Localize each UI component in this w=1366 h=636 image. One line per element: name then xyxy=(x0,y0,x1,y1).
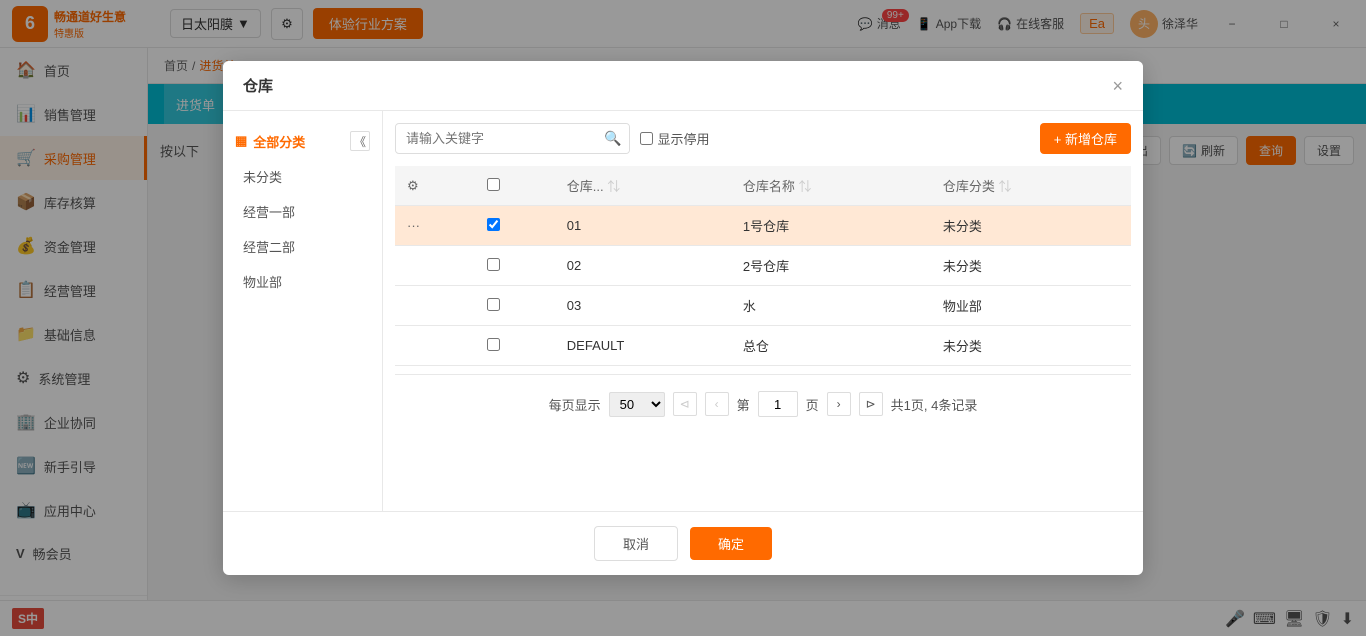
collapse-button[interactable]: 《 xyxy=(350,131,370,151)
row-settings-3[interactable] xyxy=(395,286,475,326)
col-name: 仓库名称 ⇅ xyxy=(731,166,931,206)
page-word: 第 xyxy=(737,395,750,414)
category-header: ▦ 全部分类 《 xyxy=(223,123,382,159)
search-input[interactable] xyxy=(396,125,596,152)
row-num-1: 01 xyxy=(555,206,731,246)
sort-icon-name: ⇅ xyxy=(799,179,812,194)
row-checkbox-4[interactable] xyxy=(475,326,555,366)
row-num-3: 03 xyxy=(555,286,731,326)
confirm-button[interactable]: 确定 xyxy=(690,527,772,560)
row-category-1: 未分类 xyxy=(931,206,1131,246)
col-checkbox[interactable] xyxy=(475,166,555,206)
sort-icon-code: ⇅ xyxy=(607,179,620,194)
table-row[interactable]: 02 2号仓库 未分类 xyxy=(395,246,1131,286)
per-page-select[interactable]: 50 10 20 100 xyxy=(609,392,665,417)
pagination: 每页显示 50 10 20 100 ⊲ ‹ 第 页 › ⊳ 共1页, 4条记录 xyxy=(395,374,1131,433)
all-categories-label: 全部分类 xyxy=(253,132,305,151)
dialog-main-content: 🔍 显示停用 + 新增仓库 ⚙ 仓库. xyxy=(383,111,1143,511)
table-row[interactable]: DEFAULT 总仓 未分类 xyxy=(395,326,1131,366)
category-item-ops1[interactable]: 经营一部 xyxy=(223,194,382,229)
page-label: 页 xyxy=(806,395,819,414)
first-page-button[interactable]: ⊲ xyxy=(673,392,697,416)
row-settings-4[interactable] xyxy=(395,326,475,366)
row-name-3: 水 xyxy=(731,286,931,326)
table-body: ··· 01 1号仓库 未分类 02 2号仓库 未分类 xyxy=(395,206,1131,366)
col-code: 仓库... ⇅ xyxy=(555,166,731,206)
select-all-checkbox[interactable] xyxy=(487,178,500,191)
dialog-footer: 取消 确定 xyxy=(223,511,1143,575)
search-box: 🔍 xyxy=(395,123,630,154)
all-categories-item[interactable]: ▦ 全部分类 xyxy=(235,132,305,151)
page-number-input[interactable] xyxy=(758,391,798,417)
category-sidebar: ▦ 全部分类 《 未分类 经营一部 经营二部 物业部 xyxy=(223,111,383,511)
table-row[interactable]: 03 水 物业部 xyxy=(395,286,1131,326)
row-checkbox-1[interactable] xyxy=(475,206,555,246)
row-checkbox-2[interactable] xyxy=(475,246,555,286)
warehouse-dialog: 仓库 × ▦ 全部分类 《 未分类 经营一部 xyxy=(223,61,1143,575)
row-checkbox-3[interactable] xyxy=(475,286,555,326)
warehouse-table: ⚙ 仓库... ⇅ 仓库名称 ⇅ 仓库分类 ⇅ xyxy=(395,166,1131,366)
row-num-4: DEFAULT xyxy=(555,326,731,366)
table-header: ⚙ 仓库... ⇅ 仓库名称 ⇅ 仓库分类 ⇅ xyxy=(395,166,1131,206)
show-disabled-checkbox[interactable]: 显示停用 xyxy=(640,129,709,148)
per-page-label: 每页显示 xyxy=(549,395,601,414)
prev-page-button[interactable]: ‹ xyxy=(705,392,729,416)
row-name-4: 总仓 xyxy=(731,326,931,366)
category-item-unclassified[interactable]: 未分类 xyxy=(223,159,382,194)
dialog-header: 仓库 × xyxy=(223,61,1143,111)
sort-icon-category: ⇅ xyxy=(999,179,1012,194)
overlay: 仓库 × ▦ 全部分类 《 未分类 经营一部 xyxy=(0,0,1366,636)
total-info: 共1页, 4条记录 xyxy=(891,395,978,414)
row-name-2: 2号仓库 xyxy=(731,246,931,286)
table-row[interactable]: ··· 01 1号仓库 未分类 xyxy=(395,206,1131,246)
col-category: 仓库分类 ⇅ xyxy=(931,166,1131,206)
add-warehouse-button[interactable]: + 新增仓库 xyxy=(1040,123,1131,154)
search-button[interactable]: 🔍 xyxy=(596,124,629,153)
cancel-button[interactable]: 取消 xyxy=(594,526,678,561)
row-settings[interactable]: ··· xyxy=(395,206,475,246)
next-page-button[interactable]: › xyxy=(827,392,851,416)
row-category-3: 物业部 xyxy=(931,286,1131,326)
category-item-ops2[interactable]: 经营二部 xyxy=(223,229,382,264)
dialog-title: 仓库 xyxy=(243,75,273,96)
last-page-button[interactable]: ⊳ xyxy=(859,392,883,416)
row-name-1: 1号仓库 xyxy=(731,206,931,246)
row-category-4: 未分类 xyxy=(931,326,1131,366)
category-item-property[interactable]: 物业部 xyxy=(223,264,382,299)
show-disabled-input[interactable] xyxy=(640,132,653,145)
row-num-2: 02 xyxy=(555,246,731,286)
grid-icon: ▦ xyxy=(235,133,247,149)
dialog-body: ▦ 全部分类 《 未分类 经营一部 经营二部 物业部 xyxy=(223,111,1143,511)
row-settings-2[interactable] xyxy=(395,246,475,286)
row-category-2: 未分类 xyxy=(931,246,1131,286)
dialog-toolbar: 🔍 显示停用 + 新增仓库 xyxy=(395,123,1131,154)
dialog-close-button[interactable]: × xyxy=(1112,77,1123,95)
col-settings[interactable]: ⚙ xyxy=(395,166,475,206)
